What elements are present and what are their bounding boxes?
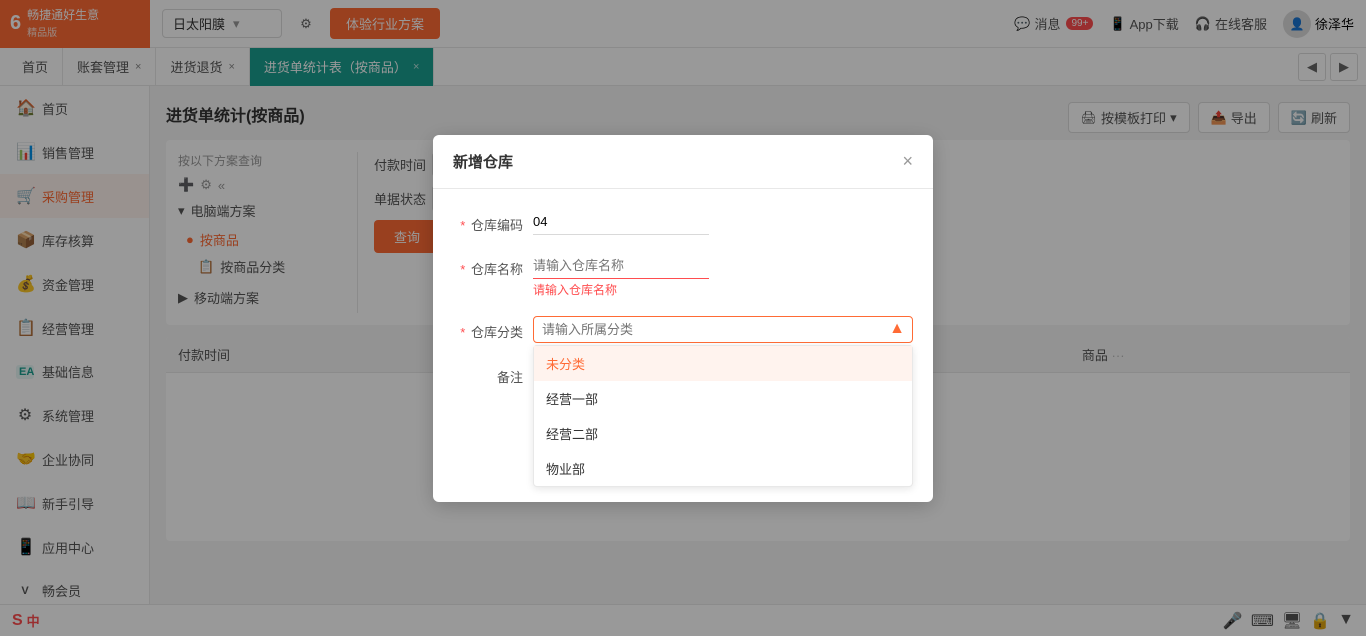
form-row-code: * 仓库编码 <box>453 209 913 235</box>
code-label-text: 仓库编码 <box>471 218 523 233</box>
code-control-wrap <box>533 209 913 235</box>
category-label-text: 仓库分类 <box>471 325 523 340</box>
category-select-wrap: ▲ 未分类 经营一部 经营二部 物业部 <box>533 316 913 343</box>
category-input[interactable] <box>533 316 913 343</box>
modal-header: 新增仓库 × <box>433 135 933 189</box>
note-label-text: 备注 <box>497 370 523 385</box>
new-warehouse-modal: 新增仓库 × * 仓库编码 * 仓库名称 <box>433 135 933 502</box>
modal-close-btn[interactable]: × <box>902 152 913 170</box>
modal-overlay: 新增仓库 × * 仓库编码 * 仓库名称 <box>0 0 1366 636</box>
code-input[interactable] <box>533 209 709 235</box>
name-input[interactable] <box>533 253 709 279</box>
code-required: * <box>460 218 465 233</box>
option-property[interactable]: 物业部 <box>534 451 912 486</box>
name-label-text: 仓库名称 <box>471 262 523 277</box>
code-label: * 仓库编码 <box>453 209 533 234</box>
form-row-category: * 仓库分类 ▲ 未分类 经营一部 经营二部 物业部 <box>453 316 913 343</box>
category-required: * <box>460 325 465 340</box>
option-uncategorized[interactable]: 未分类 <box>534 346 912 381</box>
option-dept1[interactable]: 经营一部 <box>534 381 912 416</box>
note-label: 备注 <box>453 361 533 386</box>
name-error-msg: 请输入仓库名称 <box>533 281 913 298</box>
modal-body: * 仓库编码 * 仓库名称 请输入仓库名称 <box>433 189 933 421</box>
modal-title: 新增仓库 <box>453 151 513 172</box>
name-label: * 仓库名称 <box>453 253 533 278</box>
name-required: * <box>460 262 465 277</box>
category-label: * 仓库分类 <box>453 316 533 341</box>
form-row-name: * 仓库名称 请输入仓库名称 <box>453 253 913 298</box>
name-control-wrap: 请输入仓库名称 <box>533 253 913 298</box>
category-dropdown: 未分类 经营一部 经营二部 物业部 <box>533 345 913 487</box>
option-dept2[interactable]: 经营二部 <box>534 416 912 451</box>
